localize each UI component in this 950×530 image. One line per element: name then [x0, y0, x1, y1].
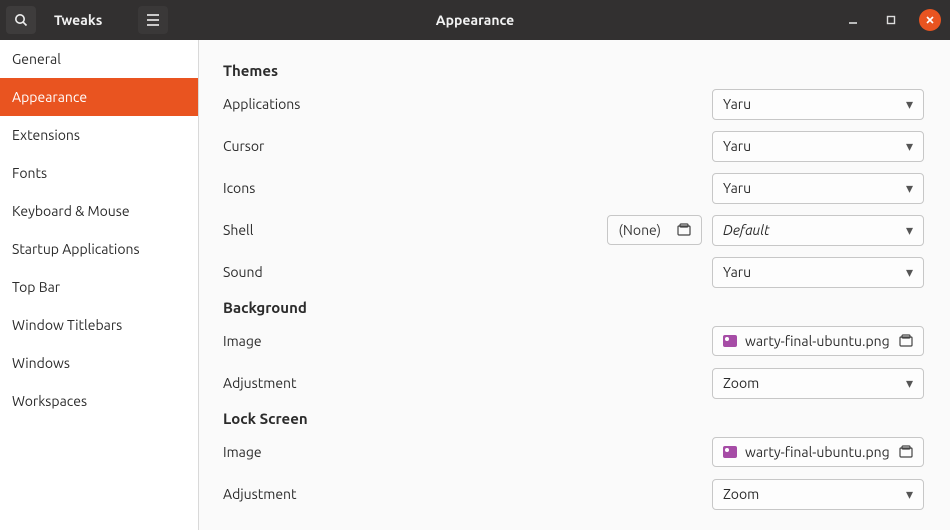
- chevron-down-icon: ▾: [906, 180, 913, 197]
- row-lockscreen-adjustment: Adjustment Zoom ▾: [223, 473, 924, 515]
- combo-cursor-value: Yaru: [723, 138, 898, 154]
- sidebar-item-general[interactable]: General: [0, 40, 198, 78]
- combo-applications-value: Yaru: [723, 96, 898, 112]
- label-sound: Sound: [223, 264, 263, 280]
- shell-none-label: (None): [618, 222, 661, 238]
- row-sound: Sound Yaru ▾: [223, 251, 924, 293]
- chevron-down-icon: ▾: [906, 375, 913, 392]
- minimize-button[interactable]: [843, 10, 863, 30]
- image-file-icon: [723, 446, 737, 458]
- chevron-down-icon: ▾: [906, 138, 913, 155]
- image-file-icon: [723, 335, 737, 347]
- shell-none-chip[interactable]: (None): [607, 215, 702, 245]
- combo-lockscreen-adjustment[interactable]: Zoom ▾: [712, 479, 924, 510]
- titlebar: Tweaks Appearance: [0, 0, 950, 40]
- combo-lockscreen-adjustment-value: Zoom: [723, 486, 898, 502]
- label-background-adjustment: Adjustment: [223, 375, 297, 391]
- sidebar-item-startup-applications[interactable]: Startup Applications: [0, 230, 198, 268]
- open-folder-icon: [899, 334, 913, 348]
- row-background-image: Image warty-final-ubuntu.png: [223, 320, 924, 362]
- chevron-down-icon: ▾: [906, 264, 913, 281]
- combo-sound-value: Yaru: [723, 264, 898, 280]
- file-background-image-value: warty-final-ubuntu.png: [745, 333, 891, 349]
- row-background-adjustment: Adjustment Zoom ▾: [223, 362, 924, 404]
- row-icons: Icons Yaru ▾: [223, 167, 924, 209]
- close-icon: [925, 15, 935, 25]
- combo-background-adjustment[interactable]: Zoom ▾: [712, 368, 924, 399]
- file-lockscreen-image[interactable]: warty-final-ubuntu.png: [712, 437, 924, 467]
- combo-shell-value: Default: [723, 222, 898, 238]
- combo-icons-value: Yaru: [723, 180, 898, 196]
- section-title-themes: Themes: [223, 62, 924, 79]
- search-button[interactable]: [6, 6, 36, 34]
- maximize-button[interactable]: [881, 10, 901, 30]
- close-button[interactable]: [919, 9, 941, 31]
- row-lockscreen-image: Image warty-final-ubuntu.png: [223, 431, 924, 473]
- row-cursor: Cursor Yaru ▾: [223, 125, 924, 167]
- sidebar-item-keyboard-mouse[interactable]: Keyboard & Mouse: [0, 192, 198, 230]
- label-lockscreen-image: Image: [223, 444, 262, 460]
- minimize-icon: [848, 15, 858, 25]
- chevron-down-icon: ▾: [906, 222, 913, 239]
- sidebar-item-fonts[interactable]: Fonts: [0, 154, 198, 192]
- combo-sound[interactable]: Yaru ▾: [712, 257, 924, 288]
- combo-shell[interactable]: Default ▾: [712, 215, 924, 246]
- sidebar-item-extensions[interactable]: Extensions: [0, 116, 198, 154]
- sidebar-item-workspaces[interactable]: Workspaces: [0, 382, 198, 420]
- label-cursor: Cursor: [223, 138, 264, 154]
- combo-applications[interactable]: Yaru ▾: [712, 89, 924, 120]
- sidebar: General Appearance Extensions Fonts Keyb…: [0, 40, 199, 530]
- label-lockscreen-adjustment: Adjustment: [223, 486, 297, 502]
- sidebar-item-windows[interactable]: Windows: [0, 344, 198, 382]
- open-folder-icon: [677, 223, 691, 237]
- label-background-image: Image: [223, 333, 262, 349]
- file-lockscreen-image-value: warty-final-ubuntu.png: [745, 444, 891, 460]
- combo-background-adjustment-value: Zoom: [723, 375, 898, 391]
- label-applications: Applications: [223, 96, 300, 112]
- label-shell: Shell: [223, 222, 253, 238]
- menu-button[interactable]: [138, 6, 168, 34]
- section-title-background: Background: [223, 299, 924, 316]
- chevron-down-icon: ▾: [906, 96, 913, 113]
- maximize-icon: [886, 15, 896, 25]
- row-shell: Shell (None) Default ▾: [223, 209, 924, 251]
- section-title-lock-screen: Lock Screen: [223, 410, 924, 427]
- hamburger-icon: [146, 14, 160, 26]
- combo-icons[interactable]: Yaru ▾: [712, 173, 924, 204]
- sidebar-item-window-titlebars[interactable]: Window Titlebars: [0, 306, 198, 344]
- app-name: Tweaks: [42, 12, 132, 28]
- chevron-down-icon: ▾: [906, 486, 913, 503]
- open-folder-icon: [899, 445, 913, 459]
- label-icons: Icons: [223, 180, 255, 196]
- content-panel: Themes Applications Yaru ▾ Cursor Yaru ▾…: [199, 40, 950, 530]
- sidebar-item-appearance[interactable]: Appearance: [0, 78, 198, 116]
- search-icon: [14, 13, 28, 27]
- row-applications: Applications Yaru ▾: [223, 83, 924, 125]
- combo-cursor[interactable]: Yaru ▾: [712, 131, 924, 162]
- file-background-image[interactable]: warty-final-ubuntu.png: [712, 326, 924, 356]
- sidebar-item-top-bar[interactable]: Top Bar: [0, 268, 198, 306]
